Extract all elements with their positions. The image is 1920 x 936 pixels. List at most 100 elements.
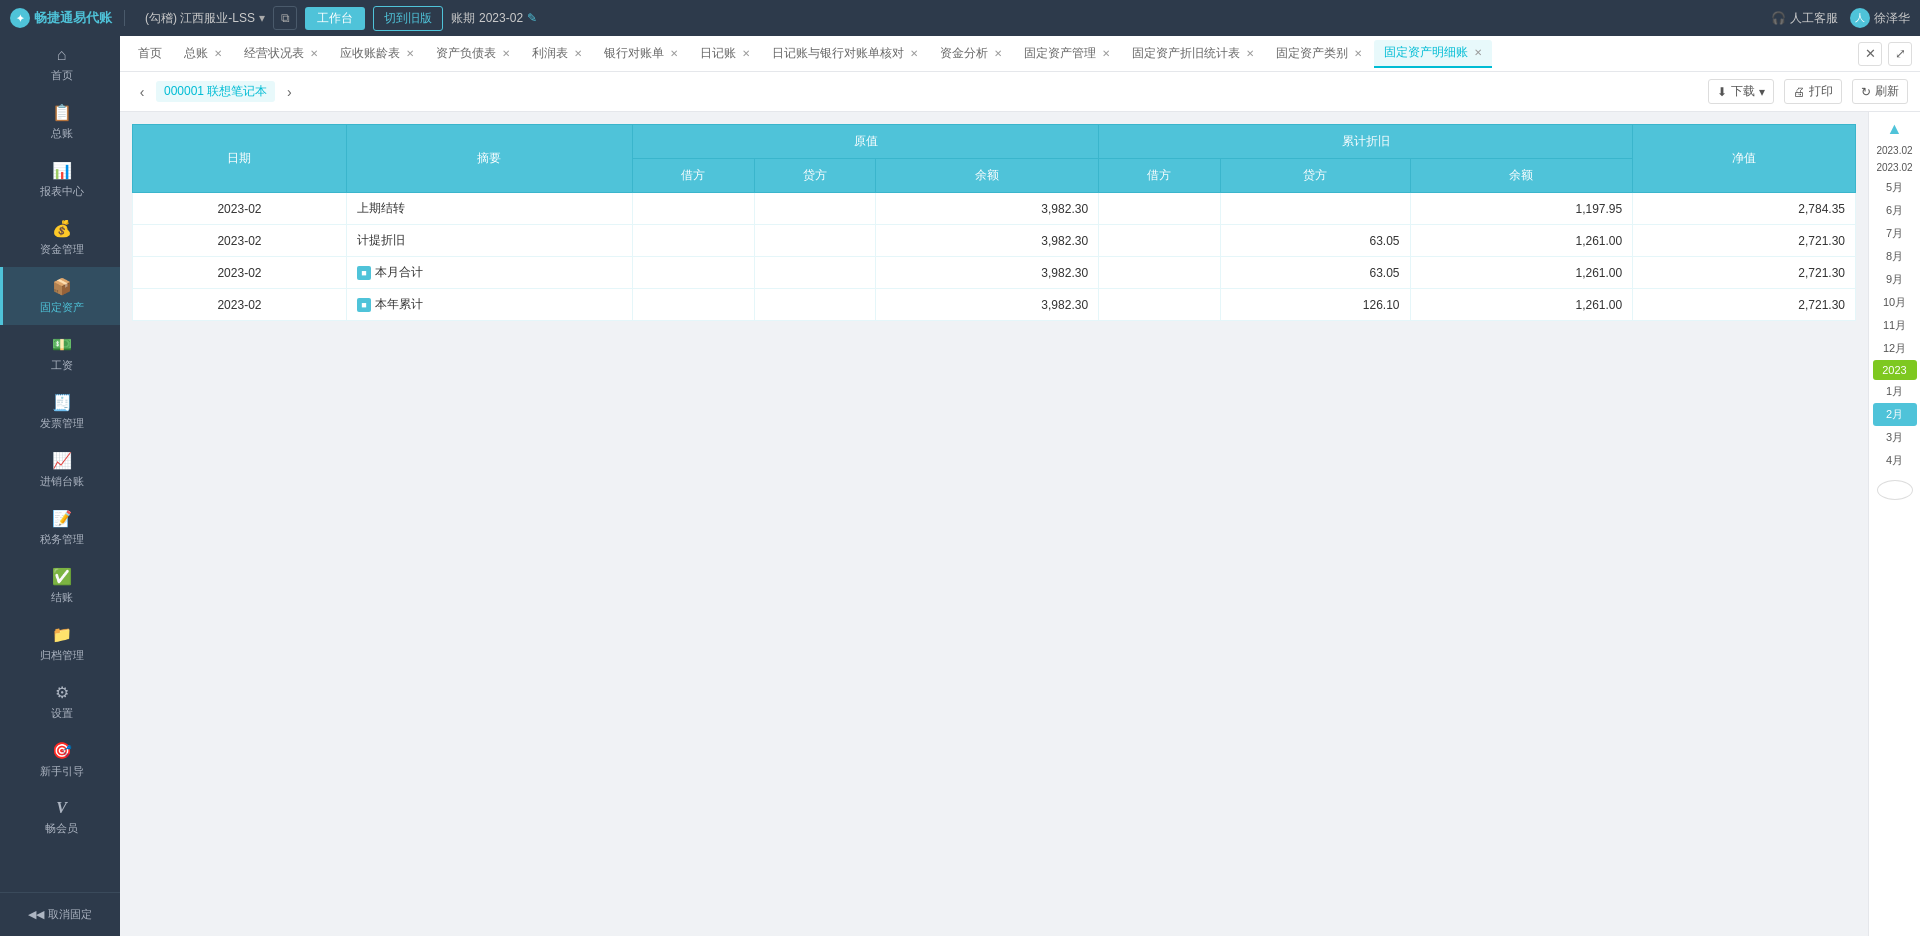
dropdown-icon[interactable]: ▾ [259,11,265,25]
tab-close-business[interactable]: ✕ [310,48,318,59]
settings-icon: ⚙ [55,683,69,702]
tab-close-fund-analysis[interactable]: ✕ [994,48,1002,59]
tab-fa-mgmt[interactable]: 固定资产管理 ✕ [1014,40,1120,68]
close-all-tabs-button[interactable]: ✕ [1858,42,1882,66]
sidebar-item-label: 归档管理 [40,648,84,663]
cell-depreciation-balance: 1,261.00 [1410,289,1633,321]
sales-icon: 📈 [52,451,72,470]
th-accumulated-depreciation: 累计折旧 [1099,125,1633,159]
tab-profit[interactable]: 利润表 ✕ [522,40,592,68]
tab-label: 应收账龄表 [340,45,400,62]
cell-net-value: 2,721.30 [1633,289,1856,321]
user-menu[interactable]: 人 徐泽华 [1850,8,1910,28]
tab-close-journal[interactable]: ✕ [742,48,750,59]
fixed-assets-icon: 📦 [52,277,72,296]
tab-fa-depreciation[interactable]: 固定资产折旧统计表 ✕ [1122,40,1264,68]
invoice-icon: 🧾 [52,393,72,412]
sidebar-item-archive[interactable]: 📁 归档管理 [0,615,120,673]
sidebar-item-funds[interactable]: 💰 资金管理 [0,209,120,267]
sidebar-item-settings[interactable]: ⚙ 设置 [0,673,120,731]
cell-net-value: 2,784.35 [1633,193,1856,225]
company-selector[interactable]: (勾稽) 江西服业-LSS ▾ [145,10,265,27]
tab-business[interactable]: 经营状况表 ✕ [234,40,328,68]
tab-close-ledger[interactable]: ✕ [214,48,222,59]
workspace-button[interactable]: 工作台 [305,7,365,30]
tab-close-balance[interactable]: ✕ [502,48,510,59]
sidebar-item-member[interactable]: V 畅会员 [0,789,120,846]
table-row[interactable]: 2023-02 ■本月合计 3,982.30 63.05 1,261.00 2,… [133,257,1856,289]
tab-balance[interactable]: 资产负债表 ✕ [426,40,520,68]
timeline-panel: ▲ 2023.02 2023.02 5月 6月 7月 8月 9月 10月 11月… [1868,112,1920,936]
cell-depreciation-balance: 1,261.00 [1410,225,1633,257]
timeline-month-11[interactable]: 11月 [1873,314,1917,337]
timeline-month-9[interactable]: 9月 [1873,268,1917,291]
sidebar-item-sales[interactable]: 📈 进销台账 [0,441,120,499]
sidebar-item-invoice[interactable]: 🧾 发票管理 [0,383,120,441]
table-row[interactable]: 2023-02 ■本年累计 3,982.30 126.10 1,261.00 2… [133,289,1856,321]
tab-bank[interactable]: 银行对账单 ✕ [594,40,688,68]
breadcrumb-next[interactable]: › [279,82,299,102]
table-row[interactable]: 2023-02 上期结转 3,982.30 1,197.95 2,784.35 [133,193,1856,225]
maximize-button[interactable]: ⤢ [1888,42,1912,66]
customer-service-button[interactable]: 🎧 人工客服 [1771,10,1838,27]
sidebar-item-label: 设置 [51,706,73,721]
cell-date: 2023-02 [133,193,347,225]
timeline-month-3[interactable]: 3月 [1873,426,1917,449]
table-row[interactable]: 2023-02 计提折旧 3,982.30 63.05 1,261.00 2,7… [133,225,1856,257]
refresh-button[interactable]: ↻ 刷新 [1852,79,1908,104]
cell-original-balance: 3,982.30 [876,289,1099,321]
timeline-year-2023: 2023 [1873,360,1917,380]
copy-button[interactable]: ⧉ [273,6,297,30]
cell-original-credit [754,289,876,321]
tab-home[interactable]: 首页 [128,40,172,68]
timeline-month-2[interactable]: 2月 [1873,403,1917,426]
timeline-month-8[interactable]: 8月 [1873,245,1917,268]
tab-bank-journal[interactable]: 日记账与银行对账单核对 ✕ [762,40,928,68]
timeline-month-1[interactable]: 1月 [1873,380,1917,403]
timeline-month-7[interactable]: 7月 [1873,222,1917,245]
print-button[interactable]: 🖨 打印 [1784,79,1842,104]
download-button[interactable]: ⬇ 下载 ▾ [1708,79,1774,104]
sidebar-item-label: 进销台账 [40,474,84,489]
tab-ledger[interactable]: 总账 ✕ [174,40,232,68]
timeline-month-4[interactable]: 4月 [1873,449,1917,472]
sidebar-item-salary[interactable]: 💵 工资 [0,325,120,383]
tab-close-profit[interactable]: ✕ [574,48,582,59]
sidebar-item-home[interactable]: ⌂ 首页 [0,36,120,93]
sidebar-item-guide[interactable]: 🎯 新手引导 [0,731,120,789]
timeline-month-12[interactable]: 12月 [1873,337,1917,360]
sidebar-item-fixed-assets[interactable]: 📦 固定资产 [0,267,120,325]
breadcrumb-asset[interactable]: 000001 联想笔记本 [156,81,275,102]
tab-fund-analysis[interactable]: 资金分析 ✕ [930,40,1012,68]
timeline-scroll-indicator[interactable] [1877,480,1913,500]
th-original-balance: 余额 [876,159,1099,193]
sidebar-item-reports[interactable]: 📊 报表中心 [0,151,120,209]
cell-depreciation-debit [1099,225,1221,257]
tab-fa-detail[interactable]: 固定资产明细账 ✕ [1374,40,1492,68]
period-edit-icon[interactable]: ✎ [527,11,537,25]
tab-receivable[interactable]: 应收账龄表 ✕ [330,40,424,68]
cell-original-balance: 3,982.30 [876,225,1099,257]
sidebar-item-ledger[interactable]: 📋 总账 [0,93,120,151]
tab-close-fa-detail[interactable]: ✕ [1474,47,1482,58]
sidebar-item-tax[interactable]: 📝 税务管理 [0,499,120,557]
pin-sidebar-button[interactable]: ◀◀ 取消固定 [5,901,115,928]
tab-journal[interactable]: 日记账 ✕ [690,40,760,68]
breadcrumb-prev[interactable]: ‹ [132,82,152,102]
sidebar-item-label: 总账 [51,126,73,141]
timeline-month-5[interactable]: 5月 [1873,176,1917,199]
tab-close-bank-journal[interactable]: ✕ [910,48,918,59]
sidebar-item-settlement[interactable]: ✅ 结账 [0,557,120,615]
tab-close-fa-depreciation[interactable]: ✕ [1246,48,1254,59]
timeline-month-6[interactable]: 6月 [1873,199,1917,222]
tab-close-receivable[interactable]: ✕ [406,48,414,59]
row-tag: ■ [357,298,371,312]
timeline-month-10[interactable]: 10月 [1873,291,1917,314]
tab-close-fa-category[interactable]: ✕ [1354,48,1362,59]
switch-version-button[interactable]: 切到旧版 [373,6,443,31]
tabbar: 首页 总账 ✕ 经营状况表 ✕ 应收账龄表 ✕ 资产负债表 ✕ 利润表 ✕ [120,36,1920,72]
timeline-up-button[interactable]: ▲ [1883,116,1907,142]
tab-close-fa-mgmt[interactable]: ✕ [1102,48,1110,59]
tab-fa-category[interactable]: 固定资产类别 ✕ [1266,40,1372,68]
tab-close-bank[interactable]: ✕ [670,48,678,59]
